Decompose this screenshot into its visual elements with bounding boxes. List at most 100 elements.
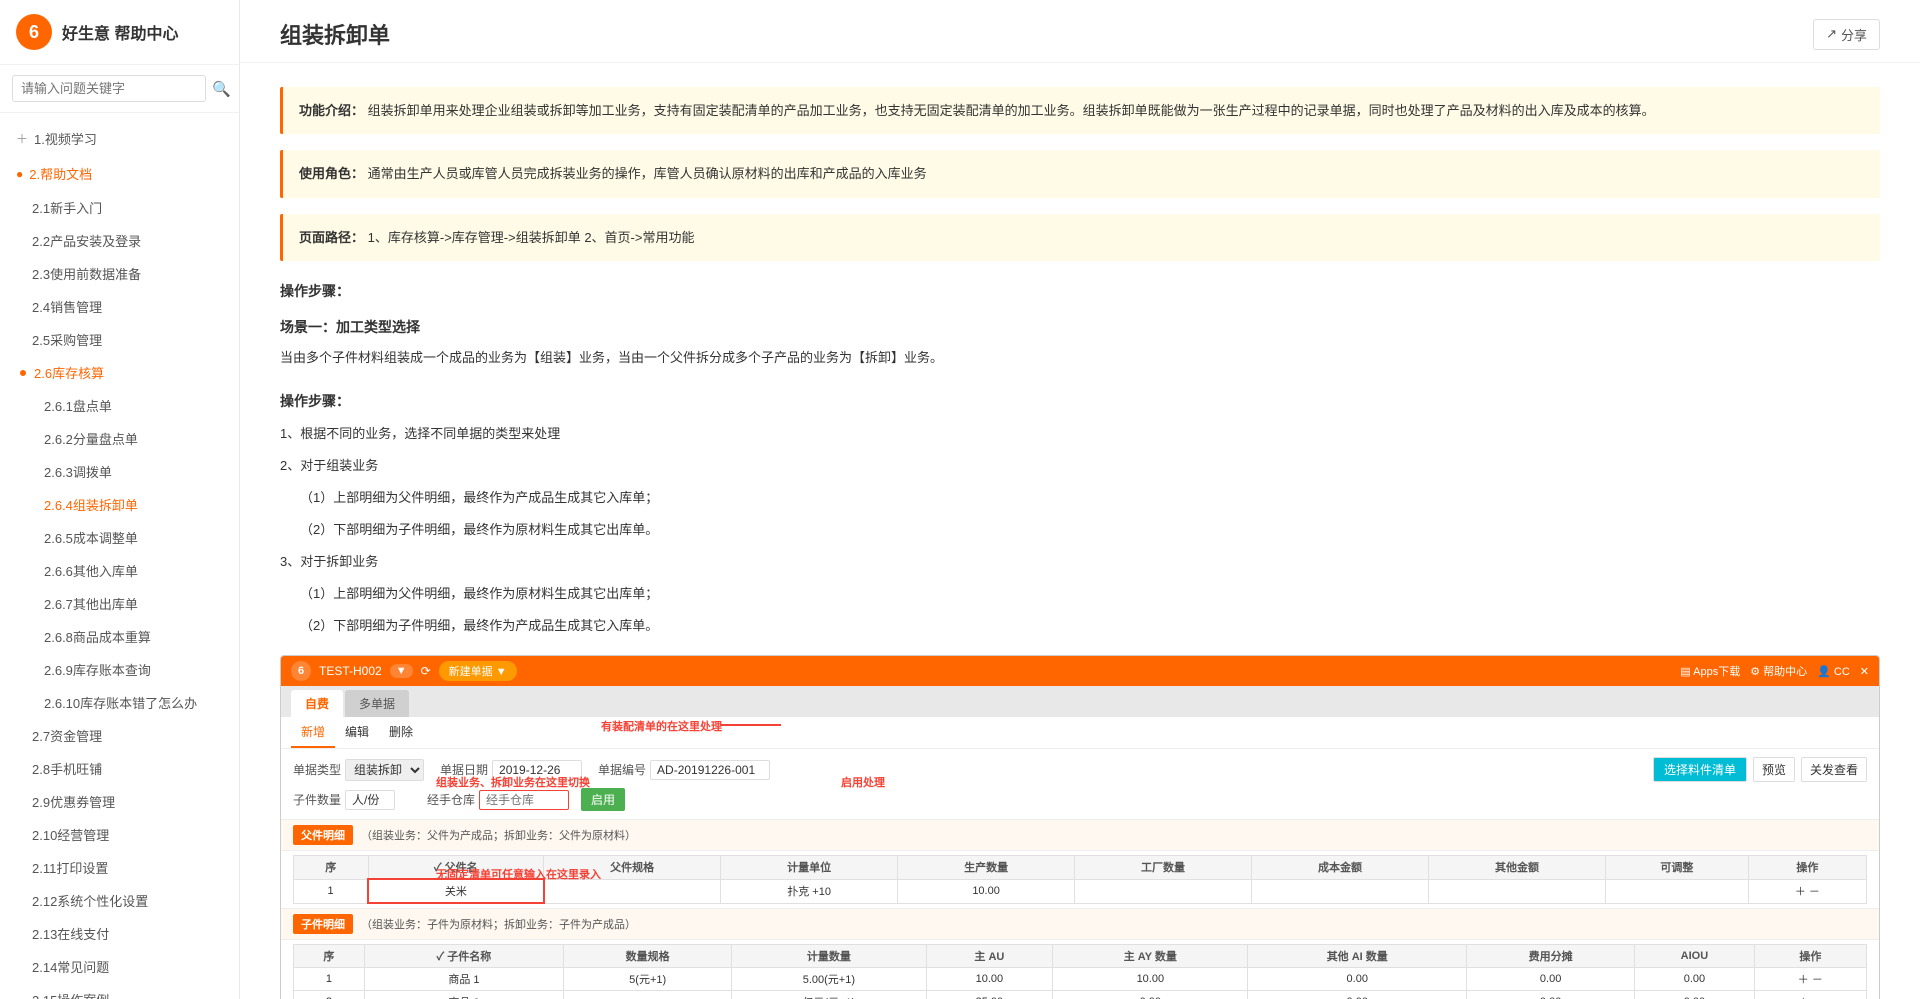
cell-other-amt <box>1429 879 1606 903</box>
info-text-1: 组装拆卸单用来处理企业组装或拆卸等加工业务，支持有固定装配清单的产品加工业务，也… <box>368 103 1655 118</box>
nav-sub-item-2-6-1[interactable]: 2.6.1盘点单 <box>0 389 239 422</box>
nav-sub-item-2-6-6[interactable]: 2.6.6其他入库单 <box>0 554 239 587</box>
ch-col-qty: 计量数量 <box>732 945 926 968</box>
parent-table: 序 ✓ 父件名 父件规格 计量单位 生产数量 工厂数量 成本金额 其他金额 可调… <box>293 855 1867 904</box>
preview-btn[interactable]: 预览 <box>1753 757 1795 782</box>
col-adj: 可调整 <box>1605 856 1748 880</box>
expand-icon-1: ＋ <box>16 130 28 147</box>
expand-icon-2: ● <box>16 167 23 181</box>
nav-list: ＋ 1.视频学习 ● 2.帮助文档 2.1新手入门 2.2产品安装及登录 2.3… <box>0 113 239 999</box>
nav-group-title-2[interactable]: ● 2.帮助文档 <box>0 156 239 191</box>
parts-label: 子件数量 <box>293 791 341 808</box>
ch-col-alloc: 费用分摊 <box>1467 945 1635 968</box>
share-icon: ↗ <box>1826 26 1837 42</box>
win-user: 👤 CC <box>1817 665 1850 678</box>
nav-sub-item-2-5[interactable]: 2.5采购管理 <box>0 323 239 356</box>
enable-btn[interactable]: 启用 <box>581 788 625 811</box>
page-header: 组装拆卸单 ↗ 分享 <box>240 0 1920 63</box>
nav-sub-item-2-11[interactable]: 2.11打印设置 <box>0 851 239 884</box>
nav-sub-item-2-4[interactable]: 2.4销售管理 <box>0 290 239 323</box>
form-row-1: 单据类型 组装拆卸 单据日期 单据编号 <box>293 757 1867 782</box>
info-label-2: 使用角色： <box>299 166 364 181</box>
nav-sub-item-2-13[interactable]: 2.13在线支付 <box>0 917 239 950</box>
select-bom-btn[interactable]: 选择料件清单 <box>1653 757 1747 782</box>
col-factory-qty: 工厂数量 <box>1075 856 1252 880</box>
nav-sub-item-2-6-2[interactable]: 2.6.2分量盘点单 <box>0 422 239 455</box>
warehouse-input[interactable] <box>479 790 569 810</box>
new-bill-btn[interactable]: 新建单据 ▼ <box>439 661 517 681</box>
screenshot-win-bar: 6 TEST-H002 ▼ ⟳ 新建单据 ▼ ▤ Apps下载 ⚙ 帮助中心 👤… <box>281 656 1879 686</box>
info-block-role: 使用角色： 通常由生产人员或库管人员完成拆装业务的操作，库管人员确认原材料的出库… <box>280 150 1880 197</box>
win-close[interactable]: ✕ <box>1860 665 1869 678</box>
scenario-heading: 场景一：加工类型选择 <box>280 317 1880 337</box>
info-text-3: 1、库存核算->库存管理->组装拆卸单 2、首页->常用功能 <box>368 230 695 245</box>
nav-sub-item-2-1[interactable]: 2.1新手入门 <box>0 191 239 224</box>
nav-sub-item-2-6-8[interactable]: 2.6.8商品成本重算 <box>0 620 239 653</box>
nav-sub-item-2-3[interactable]: 2.3使用前数据准备 <box>0 257 239 290</box>
menu-item-delete[interactable]: 删除 <box>379 717 423 748</box>
ch-col-ai: 其他 AI 数量 <box>1248 945 1467 968</box>
col-seq: 序 <box>294 856 369 880</box>
info-text-2: 通常由生产人员或库管人员完成拆装业务的操作，库管人员确认原材料的出库和产成品的入… <box>368 166 927 181</box>
parent-section-header: 父件明细 （组装业务：父件为产成品；拆卸业务：父件为原材料） <box>281 820 1879 851</box>
nav-sub-item-2-12[interactable]: 2.12系统个性化设置 <box>0 884 239 917</box>
nav-sub-item-2-14[interactable]: 2.14常见问题 <box>0 950 239 983</box>
child-table: 序 ✓ 子件名称 数量规格 计量数量 主 AU 主 AY 数量 其他 AI 数量… <box>293 944 1867 999</box>
step-3: 3、对于拆卸业务 <box>280 549 1880 575</box>
parts-input[interactable] <box>345 790 395 810</box>
nav-sub-item-2-6-4[interactable]: 2.6.4组装拆卸单 <box>0 488 239 521</box>
menu-item-edit[interactable]: 编辑 <box>335 717 379 748</box>
nav-sub-group-2-6: 2.6库存核算 2.6.1盘点单 2.6.2分量盘点单 2.6.3调拨单 <box>0 356 239 719</box>
search-button[interactable]: 🔍 <box>212 80 231 98</box>
ch-col-ops: 操作 <box>1754 945 1866 968</box>
nav-sub-item-2-15[interactable]: 2.15操作案例 <box>0 983 239 999</box>
menu-item-add[interactable]: 新增 <box>291 717 335 748</box>
nav-group-label-2: 2.帮助文档 <box>29 164 92 183</box>
nav-sub-item-2-8[interactable]: 2.8手机旺铺 <box>0 752 239 785</box>
nav-sub-list-2: 2.1新手入门 2.2产品安装及登录 2.3使用前数据准备 2.4销售管理 2.… <box>0 191 239 999</box>
share-button[interactable]: ↗ 分享 <box>1813 19 1880 50</box>
col-parent-name: ✓ 父件名 <box>368 856 544 880</box>
nav-sub-group-title-2-6[interactable]: 2.6库存核算 <box>0 356 239 389</box>
num-input[interactable] <box>650 760 770 780</box>
win-help: ⚙ 帮助中心 <box>1750 663 1807 679</box>
nav-sub-item-2-10[interactable]: 2.10经营管理 <box>0 818 239 851</box>
nav-sub-item-2-6-5[interactable]: 2.6.5成本调整单 <box>0 521 239 554</box>
search-input[interactable] <box>12 75 206 102</box>
step-2-2: （2）下部明细为子件明细，最终作为原材料生成其它出库单。 <box>280 517 1880 543</box>
win-refresh: ⟳ <box>421 664 431 678</box>
nav-sub-item-2-2[interactable]: 2.2产品安装及登录 <box>0 224 239 257</box>
search-box[interactable]: 🔍 <box>0 65 239 113</box>
tab-zifei[interactable]: 自费 <box>291 690 343 717</box>
type-label: 单据类型 <box>293 761 341 778</box>
nav-sub-item-2-6-3[interactable]: 2.6.3调拨单 <box>0 455 239 488</box>
steps-heading: 操作步骤： <box>280 391 1880 411</box>
child-section-desc: （组装业务：子件为原材料；拆卸业务：子件为产成品） <box>361 916 636 932</box>
nav-sub-item-2-7[interactable]: 2.7资金管理 <box>0 719 239 752</box>
nav-sub-item-2-6-9[interactable]: 2.6.9库存账本查询 <box>0 653 239 686</box>
date-input[interactable] <box>492 760 582 780</box>
operations-heading: 操作步骤： <box>280 281 1880 301</box>
child-row-1: 1 商品 1 5(元+1) 5.00(元+1) 10.00 10.00 0.00… <box>294 968 1867 991</box>
row-del-icon[interactable]: － <box>1809 886 1820 898</box>
ch-col-au: 主 AU <box>926 945 1053 968</box>
step-2-1: （1）上部明细为父件明细，最终作为产成品生成其它入库单； <box>280 485 1880 511</box>
type-select[interactable]: 组装拆卸 <box>345 759 424 781</box>
nav-sub-item-2-6-10[interactable]: 2.6.10库存账本错了怎么办 <box>0 686 239 719</box>
info-block-intro: 功能介绍： 组装拆卸单用来处理企业组装或拆卸等加工业务，支持有固定装配清单的产品… <box>280 87 1880 134</box>
step-2: 2、对于组装业务 <box>280 453 1880 479</box>
col-cost-amt: 成本金额 <box>1252 856 1429 880</box>
cell-ops-p: ＋ － <box>1748 879 1866 903</box>
nav-group-title-1[interactable]: ＋ 1.视频学习 <box>0 121 239 156</box>
related-btn[interactable]: 关发查看 <box>1801 757 1867 782</box>
ch-col-seq: 序 <box>294 945 365 968</box>
info-label-3: 页面路径： <box>299 230 364 245</box>
row-add-icon[interactable]: ＋ <box>1795 886 1806 898</box>
cell-prod-qty: 10.00 <box>898 879 1075 903</box>
sidebar: 6 好生意 帮助中心 🔍 ＋ 1.视频学习 ● 2.帮助文档 2.1新手入门 <box>0 0 240 999</box>
tab-duodanju[interactable]: 多单据 <box>345 690 409 717</box>
nav-sub-item-2-6-7[interactable]: 2.6.7其他出库单 <box>0 587 239 620</box>
field-parts-count: 子件数量 <box>293 790 395 810</box>
nav-sub-item-2-9[interactable]: 2.9优惠券管理 <box>0 785 239 818</box>
ch-col-spec: 数量规格 <box>564 945 732 968</box>
